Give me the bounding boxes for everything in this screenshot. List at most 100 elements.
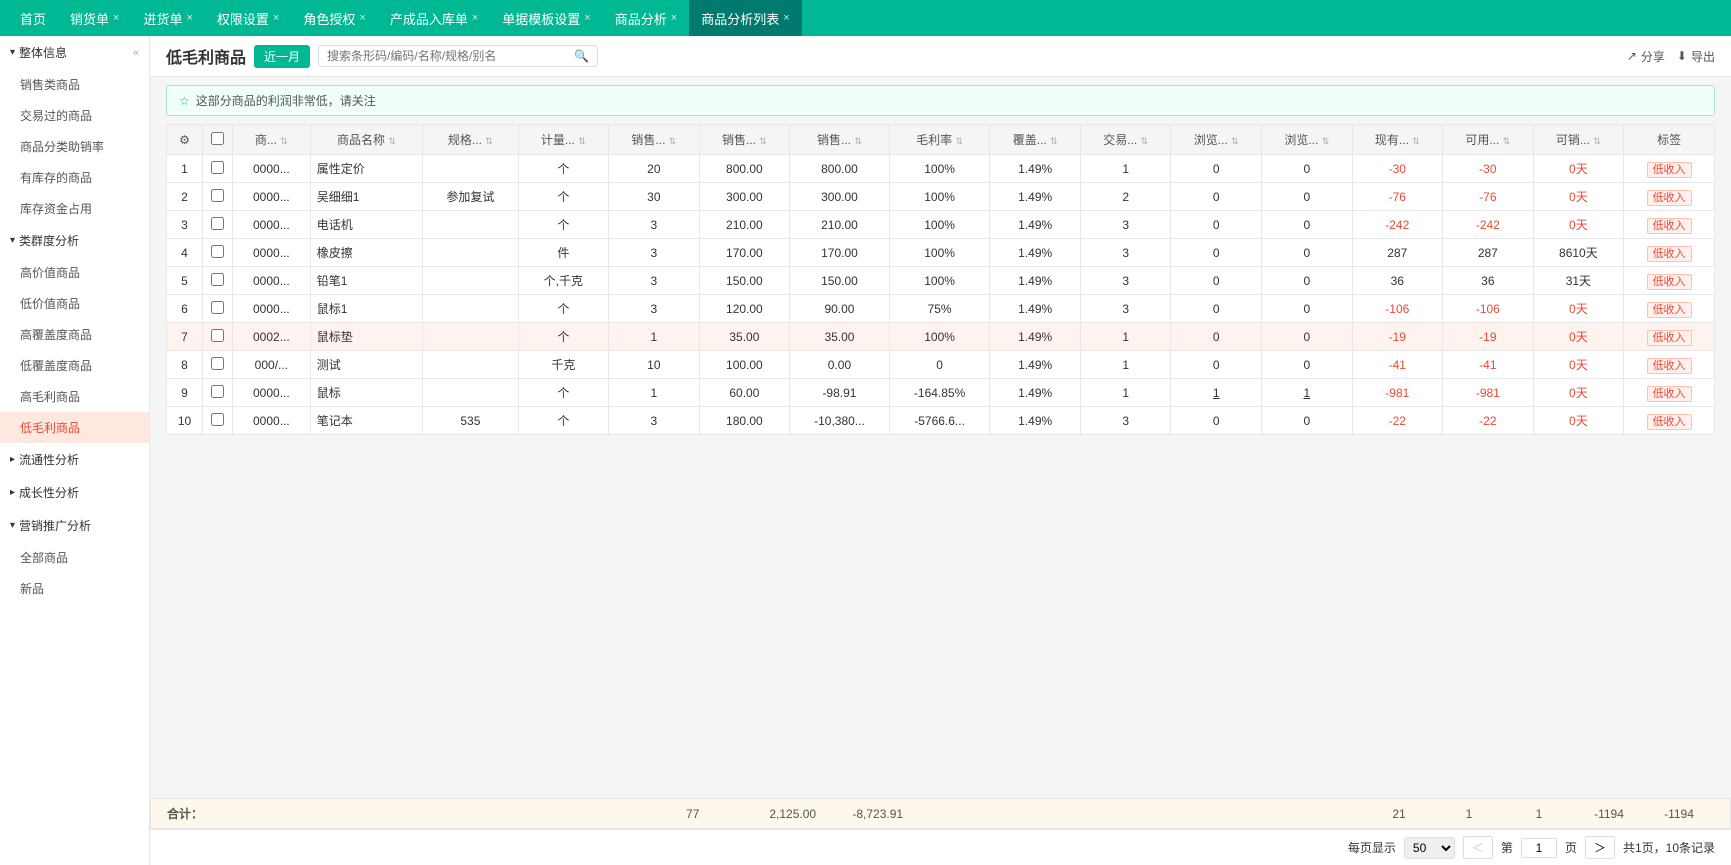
export-button[interactable]: ⬇ 导出 <box>1677 48 1715 65</box>
row-check[interactable] <box>211 413 224 426</box>
row-check[interactable] <box>211 189 224 202</box>
col-sales1[interactable]: 销售... ⇅ <box>609 125 700 155</box>
sidebar-item-low-margin[interactable]: 低毛利商品 <box>0 412 149 443</box>
sidebar-item-traded-products[interactable]: 交易过的商品 <box>0 100 149 131</box>
search-icon[interactable]: 🔍 <box>574 49 589 63</box>
next-page-button[interactable]: ＞ <box>1585 836 1615 859</box>
row-check[interactable] <box>211 161 224 174</box>
row-checkbox[interactable] <box>203 155 233 183</box>
nav-product-analysis-list[interactable]: 商品分析列表 × <box>689 0 801 36</box>
col-view2[interactable]: 浏览... ⇅ <box>1262 125 1353 155</box>
sidebar-item-high-coverage[interactable]: 高覆盖度商品 <box>0 319 149 350</box>
view2-link[interactable]: 1 <box>1303 386 1310 400</box>
row-check[interactable] <box>211 329 224 342</box>
sidebar-group-circulation[interactable]: ▸ 流通性分析 <box>0 443 149 476</box>
sidebar-group-growth[interactable]: ▸ 成长性分析 <box>0 476 149 509</box>
col-sales3[interactable]: 销售... ⇅ <box>790 125 890 155</box>
sidebar-item-low-coverage[interactable]: 低覆盖度商品 <box>0 350 149 381</box>
row-check[interactable] <box>211 357 224 370</box>
col-avail[interactable]: 可用... ⇅ <box>1443 125 1534 155</box>
row-checkbox[interactable] <box>203 183 233 211</box>
row-check[interactable] <box>211 385 224 398</box>
col-settings[interactable]: ⚙ <box>167 125 203 155</box>
sidebar-item-inventory-funds[interactable]: 库存资金占用 <box>0 193 149 224</box>
share-button[interactable]: ↗ 分享 <box>1627 48 1665 65</box>
row-checkbox[interactable] <box>203 323 233 351</box>
nav-product-analysis[interactable]: 商品分析 × <box>603 0 689 36</box>
select-all-checkbox[interactable] <box>211 132 224 145</box>
nav-close-permission[interactable]: × <box>273 12 279 24</box>
row-view1[interactable]: 0 <box>1171 295 1262 323</box>
col-current[interactable]: 现有... ⇅ <box>1352 125 1443 155</box>
row-view1[interactable]: 0 <box>1171 155 1262 183</box>
col-trade[interactable]: 交易... ⇅ <box>1080 125 1171 155</box>
row-checkbox[interactable] <box>203 407 233 435</box>
col-product-name[interactable]: 商品名称 ⇅ <box>310 125 422 155</box>
row-view1[interactable]: 0 <box>1171 239 1262 267</box>
col-saleable[interactable]: 可销... ⇅ <box>1533 125 1624 155</box>
nav-role-auth[interactable]: 角色授权 × <box>291 0 377 36</box>
row-checkbox[interactable] <box>203 267 233 295</box>
row-check[interactable] <box>211 245 224 258</box>
sidebar-group-cluster[interactable]: ▾ 类群度分析 <box>0 224 149 257</box>
sidebar-item-sales-products[interactable]: 销售类商品 <box>0 69 149 100</box>
row-view1[interactable]: 0 <box>1171 267 1262 295</box>
nav-close-sales-order[interactable]: × <box>113 12 119 24</box>
sidebar-item-high-margin[interactable]: 高毛利商品 <box>0 381 149 412</box>
row-checkbox[interactable] <box>203 351 233 379</box>
nav-purchase-order[interactable]: 进货单 × <box>131 0 204 36</box>
row-checkbox[interactable] <box>203 239 233 267</box>
col-coverage[interactable]: 覆盖... ⇅ <box>990 125 1081 155</box>
table-container[interactable]: ⚙ 商... ⇅ 商品名称 ⇅ 规格... ⇅ 计量... ⇅ 销售... ⇅ … <box>150 124 1731 798</box>
collapse-sidebar-icon[interactable]: « <box>133 47 139 59</box>
search-input[interactable] <box>327 49 574 63</box>
row-checkbox[interactable] <box>203 379 233 407</box>
sidebar-item-high-value[interactable]: 高价值商品 <box>0 257 149 288</box>
col-unit[interactable]: 计量... ⇅ <box>518 125 609 155</box>
nav-close-product-analysis[interactable]: × <box>671 12 677 24</box>
page-number-input[interactable] <box>1521 838 1557 858</box>
sidebar-group-overall[interactable]: ▾ 整体信息 « <box>0 36 149 69</box>
page-size-select[interactable]: 10 20 50 100 <box>1404 837 1455 859</box>
col-sales2[interactable]: 销售... ⇅ <box>699 125 790 155</box>
row-view1[interactable]: 1 <box>1171 379 1262 407</box>
row-check[interactable] <box>211 273 224 286</box>
nav-permission-settings[interactable]: 权限设置 × <box>205 0 291 36</box>
row-gross: 100% <box>889 323 990 351</box>
nav-sales-order[interactable]: 销货单 × <box>58 0 131 36</box>
sidebar-item-inventory-products[interactable]: 有库存的商品 <box>0 162 149 193</box>
col-view1[interactable]: 浏览... ⇅ <box>1171 125 1262 155</box>
col-spec[interactable]: 规格... ⇅ <box>423 125 518 155</box>
row-view2: 0 <box>1262 239 1353 267</box>
row-checkbox[interactable] <box>203 211 233 239</box>
nav-home[interactable]: 首页 <box>8 0 58 36</box>
row-check[interactable] <box>211 301 224 314</box>
nav-close-purchase-order[interactable]: × <box>186 12 192 24</box>
view1-link[interactable]: 1 <box>1213 386 1220 400</box>
row-sales1: 3 <box>609 267 700 295</box>
row-check[interactable] <box>211 217 224 230</box>
sidebar-item-all-products[interactable]: 全部商品 <box>0 542 149 573</box>
nav-close-role-auth[interactable]: × <box>359 12 365 24</box>
nav-close-product-analysis-list[interactable]: × <box>783 12 789 24</box>
prev-page-button[interactable]: ＜ <box>1463 836 1493 859</box>
col-product-code[interactable]: 商... ⇅ <box>233 125 311 155</box>
row-view1[interactable]: 0 <box>1171 211 1262 239</box>
col-gross-rate[interactable]: 毛利率 ⇅ <box>889 125 990 155</box>
sidebar-item-category-sales-rate[interactable]: 商品分类助销率 <box>0 131 149 162</box>
nav-close-product-entry[interactable]: × <box>472 12 478 24</box>
col-tag[interactable]: 标签 <box>1624 125 1715 155</box>
row-view1[interactable]: 0 <box>1171 323 1262 351</box>
row-view1[interactable]: 0 <box>1171 351 1262 379</box>
row-view1[interactable]: 0 <box>1171 183 1262 211</box>
row-view1[interactable]: 0 <box>1171 407 1262 435</box>
sidebar-group-marketing[interactable]: ▾ 营销推广分析 <box>0 509 149 542</box>
filter-period-button[interactable]: 近一月 <box>254 45 310 68</box>
sidebar-item-new-products[interactable]: 新品 <box>0 573 149 604</box>
row-checkbox[interactable] <box>203 295 233 323</box>
nav-template-settings[interactable]: 单据模板设置 × <box>490 0 602 36</box>
nav-product-entry[interactable]: 产成品入库单 × <box>378 0 490 36</box>
nav-close-template[interactable]: × <box>584 12 590 24</box>
sidebar-item-low-value[interactable]: 低价值商品 <box>0 288 149 319</box>
col-checkbox[interactable] <box>203 125 233 155</box>
